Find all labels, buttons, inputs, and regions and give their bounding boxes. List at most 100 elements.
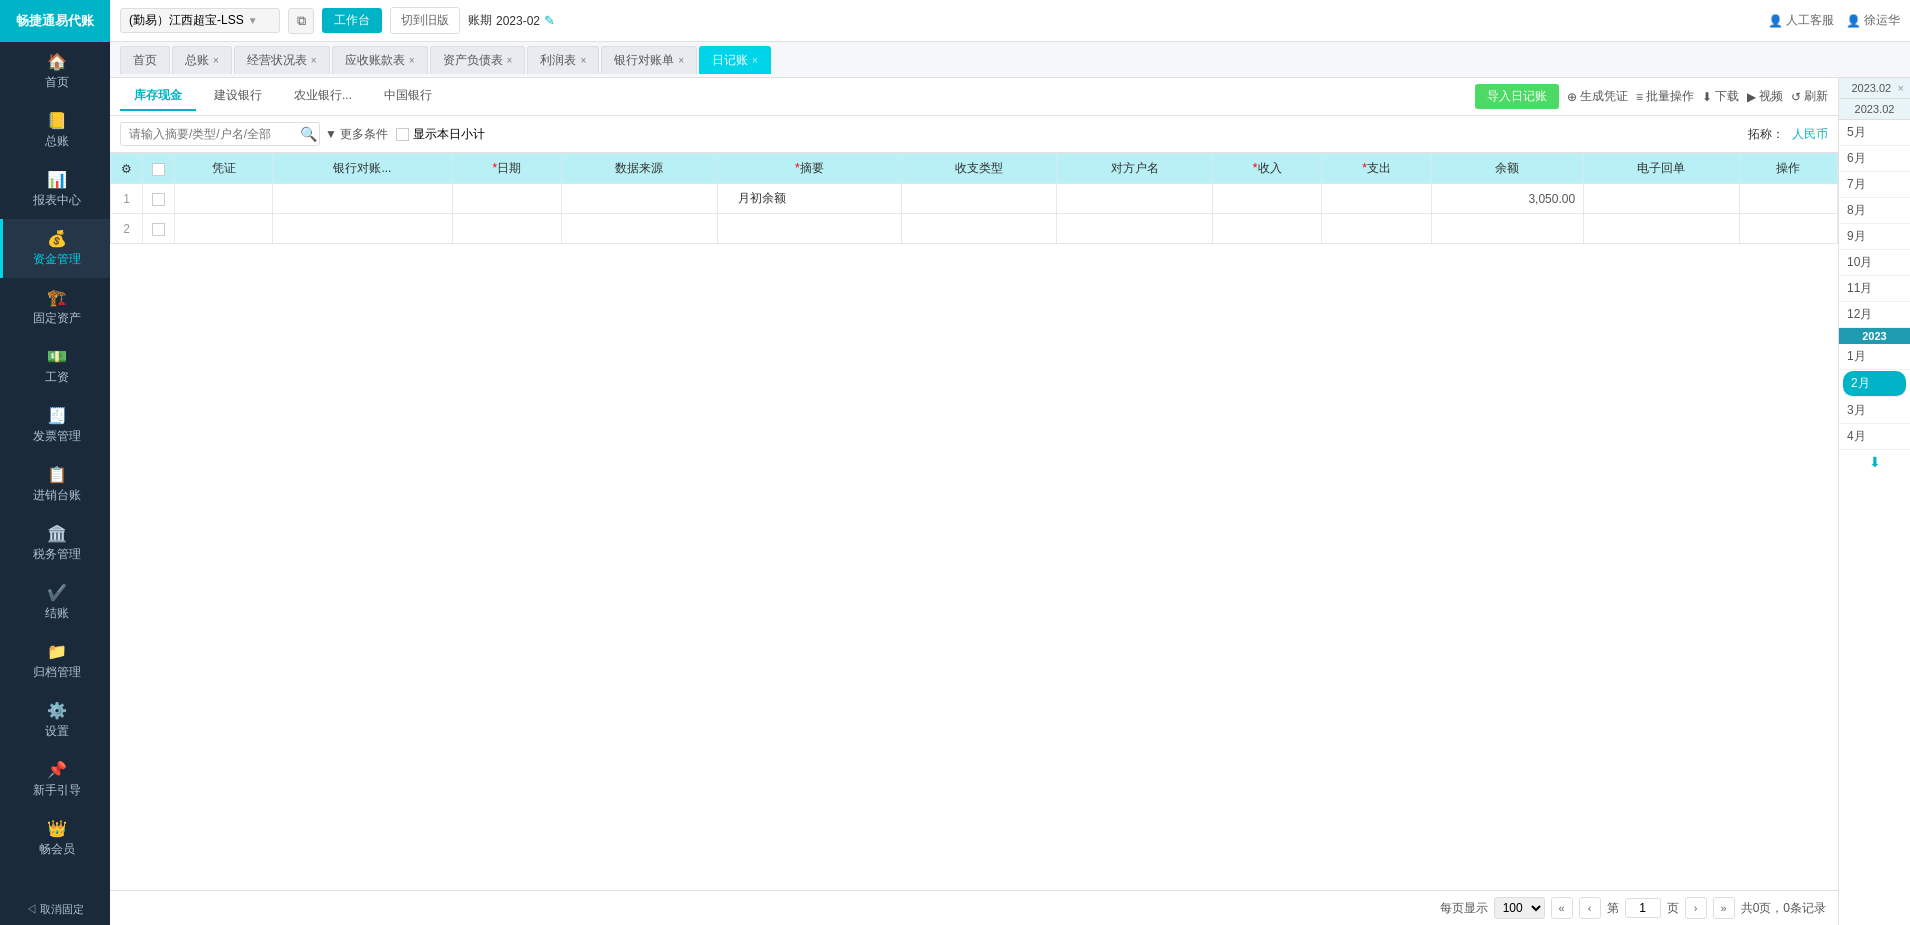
page-input[interactable] — [1625, 898, 1661, 918]
sidebar-item-closeaccount[interactable]: ✔️ 结账 — [0, 573, 110, 632]
sidebar-item-settings[interactable]: ⚙️ 设置 — [0, 691, 110, 750]
import-journal-btn[interactable]: 导入日记账 — [1475, 84, 1559, 109]
row-1-balance: 3,050.00 — [1431, 184, 1584, 214]
th-checkbox[interactable] — [143, 154, 175, 184]
period-display: 账期 2023-02 ✎ — [468, 12, 555, 29]
tab-home-label: 首页 — [133, 52, 157, 69]
tab-bank-close[interactable]: × — [678, 55, 684, 66]
home-icon: 🏠 — [47, 52, 67, 71]
currency-value[interactable]: 人民币 — [1792, 126, 1828, 143]
sidebar-item-home[interactable]: 🏠 首页 — [0, 42, 110, 101]
subtab-construction-bank[interactable]: 建设银行 — [200, 82, 276, 111]
tab-profit[interactable]: 利润表 × — [527, 46, 599, 74]
sidebar-item-invoice[interactable]: 🧾 发票管理 — [0, 396, 110, 455]
tab-profit-label: 利润表 — [540, 52, 576, 69]
gen-voucher-btn[interactable]: ⊕ 生成凭证 — [1567, 88, 1628, 105]
next-page-btn[interactable]: › — [1685, 897, 1707, 919]
copy-company-btn[interactable]: ⧉ — [288, 8, 314, 34]
per-page-select[interactable]: 100 50 200 — [1494, 897, 1545, 919]
date-panel-title: 2023.02 — [1851, 82, 1891, 94]
video-btn[interactable]: ▶ 视频 — [1747, 88, 1783, 105]
date-panel-close-btn[interactable]: × — [1898, 82, 1904, 94]
sidebar-item-finance[interactable]: 💰 资金管理 — [0, 219, 110, 278]
date-month-10[interactable]: 10月 — [1839, 250, 1910, 276]
tab-profit-close[interactable]: × — [580, 55, 586, 66]
date-month-1[interactable]: 1月 — [1839, 344, 1910, 370]
refresh-btn[interactable]: ↺ 刷新 — [1791, 88, 1828, 105]
sidebar-item-archive[interactable]: 📁 归档管理 — [0, 632, 110, 691]
tab-balance-label: 资产负债表 — [443, 52, 503, 69]
date-month-11[interactable]: 11月 — [1839, 276, 1910, 302]
old-version-button[interactable]: 切到旧版 — [390, 7, 460, 34]
tab-home[interactable]: 首页 — [120, 46, 170, 74]
sidebar-item-stockbook[interactable]: 📋 进销台账 — [0, 455, 110, 514]
customer-service-btn[interactable]: 👤 人工客服 — [1768, 12, 1834, 29]
sidebar-unpin-btn[interactable]: ◁ 取消固定 — [0, 894, 110, 925]
sidebar-item-ledger[interactable]: 📒 总账 — [0, 101, 110, 160]
date-month-9[interactable]: 9月 — [1839, 224, 1910, 250]
tab-receivable-close[interactable]: × — [409, 55, 415, 66]
sidebar-item-salary[interactable]: 💵 工资 — [0, 337, 110, 396]
subtab-cash[interactable]: 库存现金 — [120, 82, 196, 111]
tab-business-close[interactable]: × — [311, 55, 317, 66]
prev-page-btn[interactable]: ‹ — [1579, 897, 1601, 919]
sidebar-item-tax[interactable]: 🏛️ 税务管理 — [0, 514, 110, 573]
th-income-type: 收支类型 — [901, 154, 1057, 184]
row-1-checkbox[interactable] — [143, 184, 175, 214]
row-1-counterpart — [1057, 184, 1213, 214]
sidebar-item-label: 结账 — [45, 605, 69, 622]
settings-icon: ⚙️ — [47, 701, 67, 720]
th-ebill: 电子回单 — [1584, 154, 1740, 184]
date-month-6[interactable]: 6月 — [1839, 146, 1910, 172]
tab-receivable[interactable]: 应收账款表 × — [332, 46, 428, 74]
select-all-checkbox[interactable] — [152, 163, 165, 176]
date-month-12[interactable]: 12月 — [1839, 302, 1910, 328]
row-2-income — [1213, 214, 1322, 244]
sidebar-item-member[interactable]: 👑 畅会员 — [0, 809, 110, 868]
th-action: 操作 — [1739, 154, 1837, 184]
company-selector[interactable]: (勤易）江西超宝-LSS ▼ — [120, 8, 280, 33]
date-month-2[interactable]: 2月 — [1843, 371, 1906, 397]
tab-balance-sheet[interactable]: 资产负债表 × — [430, 46, 526, 74]
company-dropdown-arrow: ▼ — [248, 15, 258, 26]
search-input[interactable] — [120, 122, 320, 146]
sidebar-item-assets[interactable]: 🏗️ 固定资产 — [0, 278, 110, 337]
table-row: 1 月初余额 3,050.00 — [111, 184, 1838, 214]
row-2-checkbox[interactable] — [143, 214, 175, 244]
tab-balance-close[interactable]: × — [507, 55, 513, 66]
user-profile-btn[interactable]: 👤 徐运华 — [1846, 12, 1900, 29]
tax-icon: 🏛️ — [47, 524, 67, 543]
row-2-expense — [1322, 214, 1431, 244]
last-page-btn[interactable]: » — [1713, 897, 1735, 919]
period-edit-btn[interactable]: ✎ — [544, 13, 555, 28]
tab-bank-reconcile[interactable]: 银行对账单 × — [601, 46, 697, 74]
tab-ledger-close[interactable]: × — [213, 55, 219, 66]
filter-more-btn[interactable]: ▼ 更多条件 — [325, 126, 388, 143]
workspace-button[interactable]: 工作台 — [322, 8, 382, 33]
show-daily-subtotal-label[interactable]: 显示本日小计 — [396, 126, 485, 143]
tab-journal[interactable]: 日记账 × — [699, 46, 771, 74]
date-month-5[interactable]: 5月 — [1839, 120, 1910, 146]
batch-operation-btn[interactable]: ≡ 批量操作 — [1636, 88, 1694, 105]
row-1-expense — [1322, 184, 1431, 214]
subtab-china-bank[interactable]: 中国银行 — [370, 82, 446, 111]
date-month-3[interactable]: 3月 — [1839, 398, 1910, 424]
closeaccount-icon: ✔️ — [47, 583, 67, 602]
row-1-voucher — [175, 184, 273, 214]
search-button[interactable]: 🔍 — [300, 126, 317, 142]
date-month-7[interactable]: 7月 — [1839, 172, 1910, 198]
sidebar-item-reports[interactable]: 📊 报表中心 — [0, 160, 110, 219]
tab-journal-close[interactable]: × — [752, 55, 758, 66]
sidebar-item-label: 发票管理 — [33, 428, 81, 445]
sidebar-item-guide[interactable]: 📌 新手引导 — [0, 750, 110, 809]
date-month-8[interactable]: 8月 — [1839, 198, 1910, 224]
date-scroll-down-btn[interactable]: ⬇ — [1839, 450, 1910, 474]
first-page-btn[interactable]: « — [1551, 897, 1573, 919]
subtab-agriculture-bank[interactable]: 农业银行... — [280, 82, 366, 111]
tab-business-status[interactable]: 经营状况表 × — [234, 46, 330, 74]
date-month-4[interactable]: 4月 — [1839, 424, 1910, 450]
show-daily-checkbox[interactable] — [396, 128, 409, 141]
download-btn[interactable]: ⬇ 下载 — [1702, 88, 1739, 105]
tab-ledger[interactable]: 总账 × — [172, 46, 232, 74]
th-settings[interactable]: ⚙ — [111, 154, 143, 184]
